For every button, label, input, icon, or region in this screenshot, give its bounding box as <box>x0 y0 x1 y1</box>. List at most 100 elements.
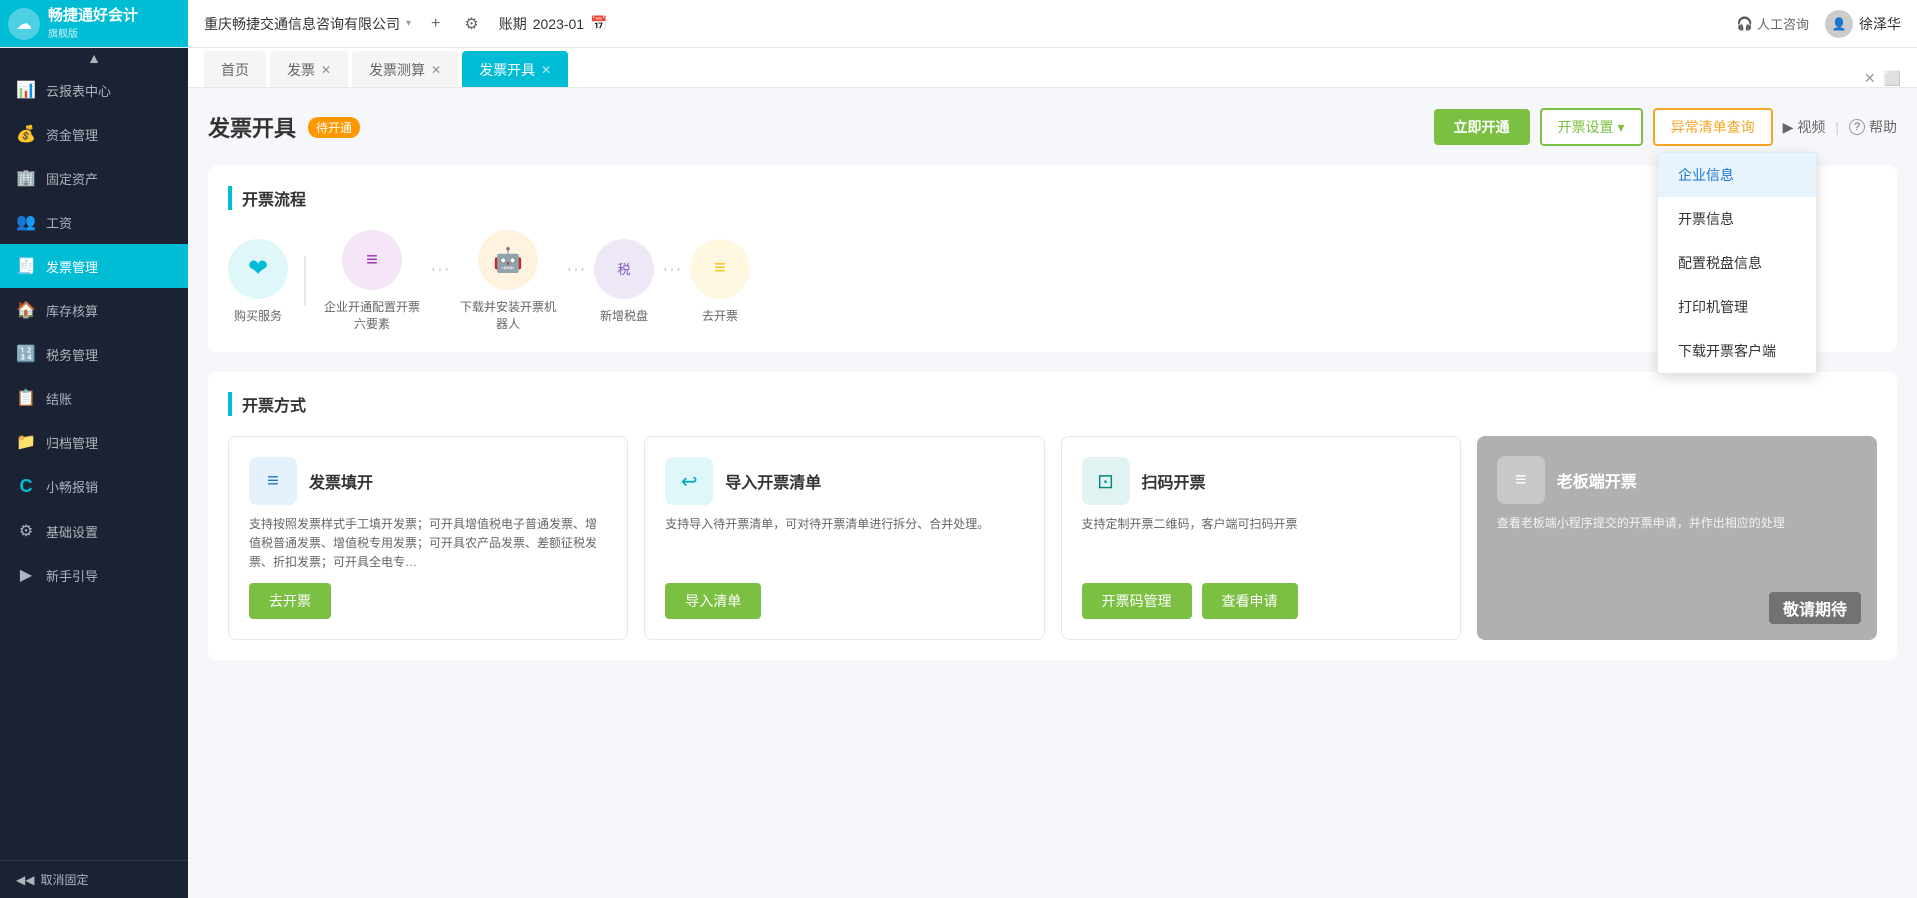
page-content: 发票开具 待开通 立即开通 开票设置 ▾ 异常清单查询 ▶ 视频 | <box>188 88 1917 898</box>
sidebar: ▲ 📊 云报表中心 💰 资金管理 🏢 固定资产 👥 工资 🧾 发票管理 <box>0 48 188 898</box>
tax-icon: 🔢 <box>16 344 36 364</box>
flow-step-5-label: 去开票 <box>702 307 738 324</box>
method-fill-header: ≡ 发票填开 <box>249 457 607 505</box>
tab-invoice-calc-label: 发票测算 <box>369 60 425 80</box>
dropdown-item-invoice-info[interactable]: 开票信息 <box>1658 197 1816 241</box>
page-header: 发票开具 待开通 立即开通 开票设置 ▾ 异常清单查询 ▶ 视频 | <box>208 108 1897 146</box>
company-selector[interactable]: 重庆畅捷交通信息咨询有限公司 ▾ <box>204 14 411 34</box>
sidebar-item-label: 税务管理 <box>46 345 98 364</box>
sidebar-item-payroll[interactable]: 👥 工资 <box>0 200 188 244</box>
sidebar-item-invoice[interactable]: 🧾 发票管理 <box>0 244 188 288</box>
headset-icon: 🎧 <box>1737 16 1753 32</box>
page-title: 发票开具 <box>208 111 296 143</box>
inventory-icon: 🏠 <box>16 300 36 320</box>
sidebar-item-label: 发票管理 <box>46 257 98 276</box>
settings-button[interactable]: ⚙ <box>460 10 482 38</box>
dropdown-item-company-info[interactable]: 企业信息 <box>1658 153 1816 197</box>
sidebar-item-label: 归档管理 <box>46 433 98 452</box>
username: 徐泽华 <box>1859 14 1901 34</box>
method-section: 开票方式 ≡ 发票填开 支持按照发票样式手工填开发票；可开具增值税电子普通发票、… <box>208 372 1897 660</box>
dropdown-item-download-client[interactable]: 下载开票客户端 <box>1658 329 1816 373</box>
method-scan-desc: 支持定制开票二维码，客户端可扫码开票 <box>1082 515 1440 573</box>
tab-invoice-calc-close-icon[interactable]: ✕ <box>431 63 441 77</box>
settings-dropdown-button[interactable]: 开票设置 ▾ <box>1540 108 1643 146</box>
tab-invoice[interactable]: 发票 ✕ <box>270 51 348 87</box>
method-fill-btn[interactable]: 去开票 <box>249 583 331 619</box>
method-scan-qrcode-btn[interactable]: 开票码管理 <box>1082 583 1192 619</box>
add-button[interactable]: + <box>427 11 444 37</box>
sidebar-item-tax[interactable]: 🔢 税务管理 <box>0 332 188 376</box>
sidebar-item-xiaochang[interactable]: C 小畅报销 <box>0 464 188 509</box>
method-import-desc: 支持导入待开票清单，可对待开票清单进行拆分、合并处理。 <box>665 515 1023 573</box>
sidebar-item-label: 结账 <box>46 389 72 408</box>
tab-invoice-issue-close-icon[interactable]: ✕ <box>541 63 551 77</box>
video-button[interactable]: ▶ 视频 <box>1783 117 1826 137</box>
method-import-header: ↩ 导入开票清单 <box>665 457 1023 505</box>
tab-maximize-icon[interactable]: ⬜ <box>1884 70 1901 87</box>
flow-arrow-4: ··· <box>662 258 682 305</box>
sidebar-item-inventory[interactable]: 🏠 库存核算 <box>0 288 188 332</box>
method-scan-header: ⊡ 扫码开票 <box>1082 457 1440 505</box>
content-area: 首页 发票 ✕ 发票测算 ✕ 发票开具 ✕ ✕ ⬜ <box>188 48 1917 898</box>
method-scan-icon: ⊡ <box>1082 457 1130 505</box>
tab-invoice-close-icon[interactable]: ✕ <box>321 63 331 77</box>
method-scan-apply-btn[interactable]: 查看申请 <box>1202 583 1298 619</box>
avatar: 👤 <box>1825 10 1853 38</box>
dropdown-item-printer[interactable]: 打印机管理 <box>1658 285 1816 329</box>
fixed-assets-icon: 🏢 <box>16 168 36 188</box>
video-label: 视频 <box>1797 117 1825 137</box>
help-button[interactable]: ? 帮助 <box>1849 117 1897 137</box>
help-icon: ? <box>1849 119 1865 135</box>
sidebar-item-label: 云报表中心 <box>46 81 111 100</box>
video-icon: ▶ <box>1783 119 1794 136</box>
period-value: 2023-01 <box>533 16 584 32</box>
invoice-icon: 🧾 <box>16 256 36 276</box>
sidebar-item-settings[interactable]: ⚙ 基础设置 <box>0 509 188 553</box>
flow-divider-1 <box>304 256 306 306</box>
cancel-fixed-icon: ◀◀ <box>16 873 34 887</box>
period-area: 账期 2023-01 📅 <box>499 14 608 34</box>
status-badge: 待开通 <box>308 117 360 138</box>
calendar-icon[interactable]: 📅 <box>590 15 607 32</box>
archive-icon: 📁 <box>16 432 36 452</box>
payroll-icon: 👥 <box>16 212 36 232</box>
method-import-name: 导入开票清单 <box>725 469 821 493</box>
sidebar-item-fund[interactable]: 💰 资金管理 <box>0 112 188 156</box>
tab-invoice-issue[interactable]: 发票开具 ✕ <box>462 51 568 87</box>
sidebar-item-label: 固定资产 <box>46 169 98 188</box>
method-card-boss: ≡ 老板端开票 查看老板端小程序提交的开票申请，并作出相应的处理 敬请期待 <box>1477 436 1877 640</box>
top-bar: ☁ 畅捷通好会计 旗舰版 重庆畅捷交通信息咨询有限公司 ▾ + ⚙ 账期 202… <box>0 0 1917 48</box>
activate-button[interactable]: 立即开通 <box>1434 109 1530 145</box>
sidebar-item-archive[interactable]: 📁 归档管理 <box>0 420 188 464</box>
scroll-up-icon[interactable]: ▲ <box>0 48 188 68</box>
abnormal-list-button[interactable]: 异常清单查询 <box>1653 108 1773 146</box>
dropdown-item-tax-disk[interactable]: 配置税盘信息 <box>1658 241 1816 285</box>
sidebar-item-guide[interactable]: ▶ 新手引导 <box>0 553 188 597</box>
method-scan-btns: 开票码管理 查看申请 <box>1082 583 1440 619</box>
user-area[interactable]: 👤 徐泽华 <box>1825 10 1901 38</box>
boss-watermark: 敬请期待 <box>1769 592 1861 624</box>
flow-step-3-icon: 🤖 <box>478 230 538 290</box>
tab-invoice-calc[interactable]: 发票测算 ✕ <box>352 51 458 87</box>
sidebar-item-label: 基础设置 <box>46 522 98 541</box>
flow-steps: ❤ 购买服务 ≡ 企业开通配置开票六要素 ··· 🤖 <box>228 230 1877 332</box>
flow-step-5: ≡ 去开票 <box>690 239 750 324</box>
flow-step-2-icon: ≡ <box>342 230 402 290</box>
support-button[interactable]: 🎧 人工咨询 <box>1737 14 1809 33</box>
flow-section: 开票流程 ❤ 购买服务 ≡ 企业开通配置开票六要素 ··· <box>208 166 1897 352</box>
sidebar-item-cloud-report[interactable]: 📊 云报表中心 <box>0 68 188 112</box>
flow-step-1-label: 购买服务 <box>234 307 282 324</box>
method-cards: ≡ 发票填开 支持按照发票样式手工填开发票；可开具增值税电子普通发票、增值税普通… <box>228 436 1877 640</box>
flow-step-3-label: 下载并安装开票机器人 <box>458 298 558 332</box>
flow-step-1: ❤ 购买服务 <box>228 239 288 324</box>
method-import-btn[interactable]: 导入清单 <box>665 583 761 619</box>
sidebar-item-fixed-assets[interactable]: 🏢 固定资产 <box>0 156 188 200</box>
sidebar-item-settlement[interactable]: 📋 结账 <box>0 376 188 420</box>
tab-home[interactable]: 首页 <box>204 51 266 87</box>
sidebar-item-label: 库存核算 <box>46 301 98 320</box>
period-label: 账期 <box>499 14 527 34</box>
tab-close-all-icon[interactable]: ✕ <box>1864 70 1876 87</box>
xiaochang-icon: C <box>16 476 36 497</box>
guide-icon: ▶ <box>16 565 36 585</box>
cancel-fixed-button[interactable]: ◀◀ 取消固定 <box>0 860 188 898</box>
